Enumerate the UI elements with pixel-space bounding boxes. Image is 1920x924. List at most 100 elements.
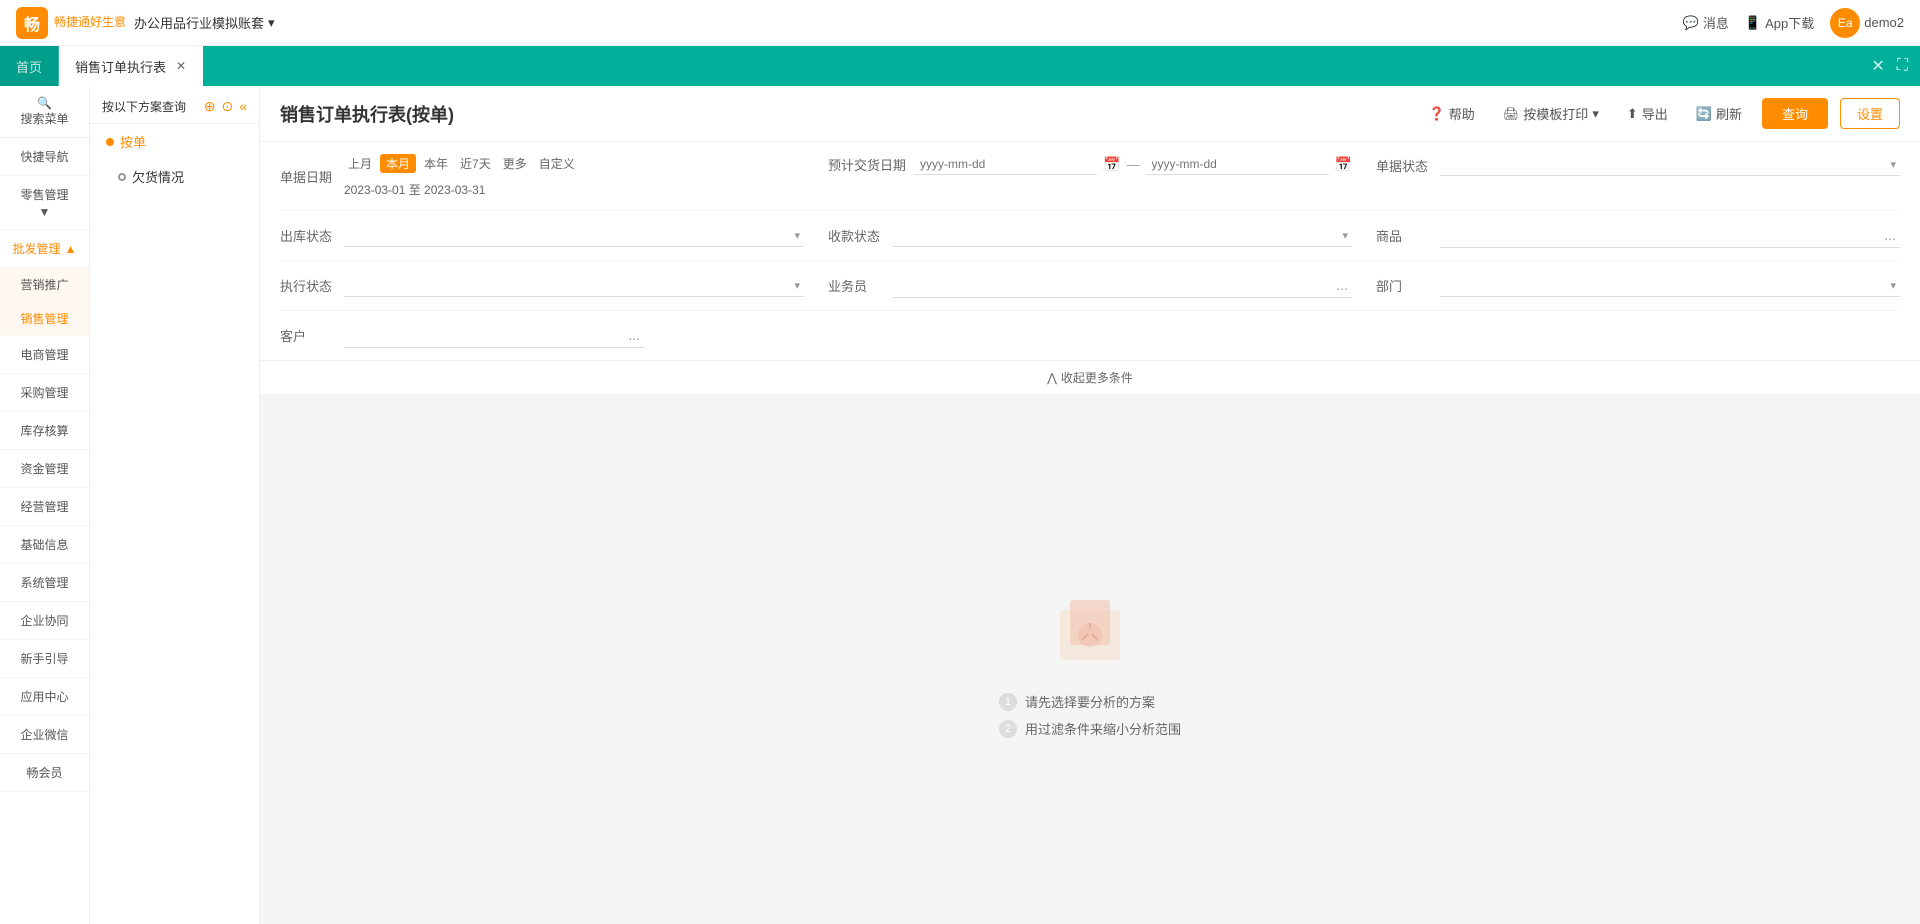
date-filter-wrapper: 上月 本月 本年 近7天 更多 自定义 2023-03-01 至 2023-03…	[344, 154, 579, 198]
export-icon: ⬆	[1627, 106, 1638, 122]
logo-icon: 畅	[16, 7, 48, 39]
department-dropdown[interactable]: ▾	[1440, 275, 1900, 297]
quick-nav-label: 快捷导航	[20, 148, 68, 165]
refresh-label: 刷新	[1716, 104, 1742, 123]
filter-exec-status: 执行状态 ▾	[280, 275, 804, 297]
product-input-area[interactable]: ...	[1440, 223, 1900, 248]
ship-status-dropdown[interactable]: ▾	[344, 225, 804, 247]
help-button[interactable]: ❓ 帮助	[1421, 100, 1483, 127]
header-left: 畅 畅捷通好生意 办公用品行业模拟账套 ▾	[16, 7, 275, 39]
sidebar-item-finance[interactable]: 资金管理	[0, 450, 89, 488]
message-icon: 💬	[1683, 15, 1699, 31]
scheme-title: 按以下方案查询	[102, 98, 186, 115]
filter-ship-status: 出库状态 ▾	[280, 225, 804, 247]
date-tab-custom[interactable]: 自定义	[535, 154, 579, 173]
sidebar-item-operations[interactable]: 经营管理	[0, 488, 89, 526]
settings-button[interactable]: 设置	[1840, 98, 1900, 129]
sidebar-item-ecommerce[interactable]: 电商管理	[0, 336, 89, 374]
newbie-label: 新手引导	[20, 650, 68, 667]
payment-status-label: 收款状态	[828, 226, 884, 245]
scheme-panel: 按以下方案查询 ⊕ ⊙ « 按单 欠货情况	[90, 86, 260, 924]
user-name: demo2	[1864, 15, 1904, 30]
date-tabs: 上月 本月 本年 近7天 更多 自定义	[344, 154, 579, 173]
print-dropdown-icon[interactable]: ▾	[1592, 106, 1599, 122]
workspace-dropdown-icon[interactable]: ▾	[268, 15, 275, 31]
refresh-button[interactable]: 🔄 刷新	[1688, 100, 1750, 127]
empty-tip-1: 1 请先选择要分析的方案	[999, 692, 1181, 711]
tab-close-button[interactable]: ✕	[1871, 56, 1884, 76]
sidebar-item-retail[interactable]: 零售管理 ▼	[0, 176, 89, 230]
page-title-bar: 销售订单执行表(按单) ❓ 帮助 🖨 按模板打印 ▾ ⬆	[260, 86, 1920, 142]
scheme-dot-order	[106, 138, 114, 146]
product-label: 商品	[1376, 226, 1432, 245]
sidebar-item-quick-nav[interactable]: 快捷导航	[0, 138, 89, 176]
filter-customer: 客户 ...	[280, 323, 1900, 348]
sidebar-search[interactable]: 🔍 搜索菜单	[0, 86, 89, 138]
tab-home[interactable]: 首页	[0, 46, 59, 86]
scheme-collapse-icon[interactable]: «	[239, 98, 247, 115]
date-range-text: 2023-03-01 至 2023-03-31	[344, 181, 579, 198]
print-button[interactable]: 🖨 按模板打印 ▾	[1495, 100, 1607, 127]
calendar-to-icon[interactable]: 📅	[1335, 156, 1352, 173]
sidebar-item-corp-wechat[interactable]: 企业微信	[0, 716, 89, 754]
collapse-row: ⋀ 收起更多条件	[260, 360, 1920, 394]
product-ellipsis[interactable]: ...	[1884, 227, 1896, 243]
sidebar-item-corp-collab[interactable]: 企业协同	[0, 602, 89, 640]
export-button[interactable]: ⬆ 导出	[1619, 100, 1676, 127]
sidebar-item-inventory[interactable]: 库存核算	[0, 412, 89, 450]
calendar-from-icon[interactable]: 📅	[1103, 156, 1120, 173]
salesperson-input-area[interactable]: ...	[892, 273, 1352, 298]
tab-close-icon[interactable]: ✕	[176, 59, 186, 73]
date-tab-thisyear[interactable]: 本年	[420, 154, 452, 173]
corp-collab-label: 企业协同	[20, 612, 68, 629]
filter-row-3: 执行状态 ▾ 业务员 ...	[280, 261, 1900, 311]
sidebar-item-system[interactable]: 系统管理	[0, 564, 89, 602]
app-download-action[interactable]: 📱 App下载	[1745, 13, 1814, 32]
page-content: 按以下方案查询 ⊕ ⊙ « 按单 欠货情况	[90, 86, 1920, 924]
collapse-button[interactable]: ⋀ 收起更多条件	[1047, 369, 1133, 386]
payment-status-dropdown[interactable]: ▾	[892, 225, 1352, 247]
date-tab-7days[interactable]: 近7天	[456, 154, 495, 173]
sidebar-item-marketing[interactable]: 营销推广	[0, 268, 89, 302]
main-layout: 🔍 搜索菜单 快捷导航 零售管理 ▼ 批发管理 ▲ 营销推广 销售管理 电商管理…	[0, 86, 1920, 924]
sidebar-item-app-center[interactable]: 应用中心	[0, 678, 89, 716]
user-profile[interactable]: Ea demo2	[1830, 8, 1904, 38]
date-tab-more[interactable]: 更多	[499, 154, 531, 173]
sidebar-item-newbie[interactable]: 新手引导	[0, 640, 89, 678]
refresh-icon: 🔄	[1696, 106, 1712, 122]
filter-department: 部门 ▾	[1376, 275, 1900, 297]
order-status-dropdown[interactable]: ▾	[1440, 154, 1900, 176]
sidebar-item-wholesale[interactable]: 批发管理 ▲	[0, 230, 89, 268]
scheme-add-icon[interactable]: ⊕	[204, 98, 216, 115]
salesperson-ellipsis[interactable]: ...	[1336, 277, 1348, 293]
sidebar-item-member[interactable]: 畅会员	[0, 754, 89, 792]
finance-label: 资金管理	[20, 460, 68, 477]
sidebar-item-sales[interactable]: 销售管理	[0, 302, 89, 336]
date-tab-thismonth[interactable]: 本月	[380, 154, 416, 173]
sidebar-item-basic[interactable]: 基础信息	[0, 526, 89, 564]
collapse-label: 收起更多条件	[1061, 369, 1133, 386]
order-status-label: 单据状态	[1376, 156, 1432, 175]
order-status-chevron: ▾	[1890, 158, 1896, 171]
tab-sales-order[interactable]: 销售订单执行表 ✕	[59, 46, 203, 86]
exec-status-dropdown[interactable]: ▾	[344, 275, 804, 297]
filter-area: 销售订单执行表(按单) ❓ 帮助 🖨 按模板打印 ▾ ⬆	[260, 86, 1920, 924]
page-title: 销售订单执行表(按单)	[280, 101, 454, 127]
retail-label: 零售管理	[20, 186, 68, 203]
date-tab-lastmonth[interactable]: 上月	[344, 154, 376, 173]
message-action[interactable]: 💬 消息	[1683, 13, 1729, 32]
filter-row-2: 出库状态 ▾ 收款状态 ▾	[280, 211, 1900, 261]
customer-ellipsis[interactable]: ...	[628, 327, 640, 343]
search-button[interactable]: 查询	[1762, 98, 1828, 129]
scheme-settings-icon[interactable]: ⊙	[221, 98, 233, 115]
scheme-item-debt[interactable]: 欠货情况	[90, 159, 259, 194]
sidebar-item-purchase[interactable]: 采购管理	[0, 374, 89, 412]
filter-salesperson: 业务员 ...	[828, 273, 1352, 298]
department-chevron: ▾	[1890, 279, 1896, 292]
expected-date-from[interactable]	[914, 154, 1097, 175]
expected-date-to[interactable]	[1146, 154, 1329, 175]
scheme-item-order[interactable]: 按单	[90, 124, 259, 159]
tab-expand-button[interactable]: ⛶	[1897, 57, 1908, 75]
workspace-title[interactable]: 办公用品行业模拟账套 ▾	[134, 13, 275, 32]
customer-input-area[interactable]: ...	[344, 323, 644, 348]
